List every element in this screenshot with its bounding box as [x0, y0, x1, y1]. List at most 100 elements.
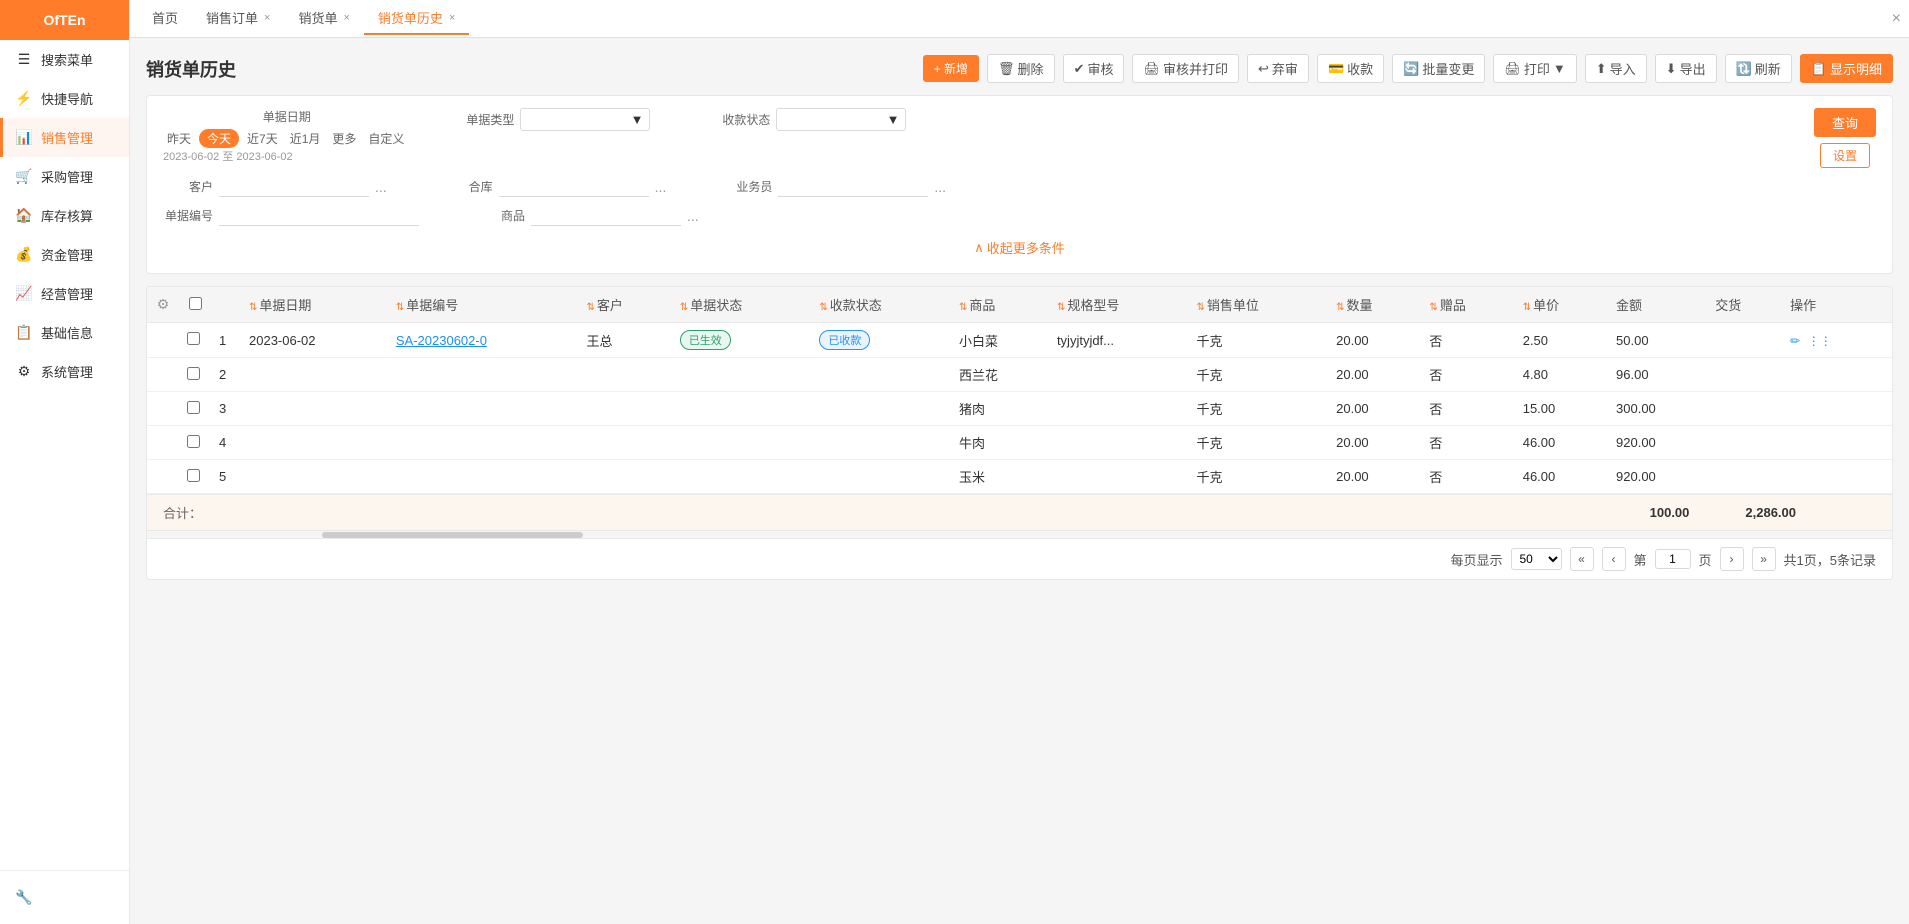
export-button[interactable]: ⬇ 导出 — [1655, 54, 1717, 83]
row1-more-btn[interactable]: ⋮⋮ — [1808, 334, 1832, 348]
audit-print-icon: 🖨 — [1143, 61, 1160, 77]
tab-sales-history-close[interactable]: × — [449, 12, 455, 24]
tab-sales-history[interactable]: 销货单历史 × — [364, 2, 469, 35]
product-input[interactable] — [531, 205, 681, 226]
row1-price: 2.50 — [1515, 323, 1608, 358]
sidebar-item-purchase-mgmt[interactable]: 🛒 采购管理 — [0, 157, 129, 196]
footer-label: 合计： — [163, 503, 223, 522]
sidebar-item-inventory[interactable]: 🏠 库存核算 — [0, 196, 129, 235]
tab-sales-order-close[interactable]: × — [264, 12, 270, 24]
sidebar-item-search-menu[interactable]: ☰ 搜索菜单 — [0, 40, 129, 79]
show-detail-button[interactable]: 📋 显示明细 — [1800, 54, 1893, 83]
table-settings-gear[interactable]: ⚙ — [157, 296, 170, 312]
per-page-select[interactable]: 50 20 100 — [1511, 548, 1562, 570]
sidebar-item-ops-mgmt[interactable]: 📈 经营管理 — [0, 274, 129, 313]
filter-settings-button[interactable]: 设置 — [1820, 143, 1870, 168]
row4-customer — [579, 426, 672, 460]
new-button[interactable]: + 新增 — [923, 55, 979, 82]
salesperson-dots[interactable]: ... — [934, 179, 946, 195]
row3-gift: 否 — [1421, 392, 1514, 426]
tab-sales-delivery-close[interactable]: × — [343, 12, 349, 24]
date-tab-1month[interactable]: 近1月 — [286, 129, 325, 148]
page-first-btn[interactable]: « — [1570, 547, 1594, 571]
audit-print-button[interactable]: 🖨 审核并打印 — [1132, 54, 1239, 83]
row2-select-checkbox[interactable] — [187, 367, 200, 380]
sales-mgmt-icon: 📊 — [15, 129, 33, 146]
customer-dots[interactable]: ... — [375, 179, 387, 195]
row3-no: 3 — [211, 392, 241, 426]
doc-no-input[interactable] — [219, 205, 419, 226]
row1-doc-no-link[interactable]: SA-20230602-0 — [396, 333, 487, 348]
date-tab-today[interactable]: 今天 — [199, 129, 239, 148]
date-tab-more[interactable]: 更多 — [328, 129, 360, 148]
collect-button[interactable]: 💳 收款 — [1317, 54, 1384, 83]
col-spec[interactable]: ⇅规格型号 — [1049, 287, 1189, 323]
audit-button[interactable]: ✔ 审核 — [1063, 54, 1125, 83]
row4-select-checkbox[interactable] — [187, 435, 200, 448]
row1-qty: 20.00 — [1328, 323, 1421, 358]
col-doc-date[interactable]: ⇅单据日期 — [241, 287, 388, 323]
refresh-button[interactable]: 🔃 刷新 — [1725, 54, 1792, 83]
tab-sales-delivery[interactable]: 销货单 × — [284, 2, 363, 35]
delete-button[interactable]: 🗑 删除 — [987, 54, 1055, 83]
row1-select-checkbox[interactable] — [187, 332, 200, 345]
col-doc-no[interactable]: ⇅单据编号 — [388, 287, 579, 323]
date-tab-7days[interactable]: 近7天 — [243, 129, 282, 148]
date-tabs-group: 昨天 今天 近7天 近1月 更多 自定义 2023-06-02 至 2023-0… — [163, 129, 408, 164]
col-unit[interactable]: ⇅销售单位 — [1189, 287, 1329, 323]
row1-unit: 千克 — [1189, 323, 1329, 358]
page-number-input[interactable]: 1 — [1655, 549, 1691, 569]
show-detail-icon: 📋 — [1811, 61, 1827, 77]
sidebar-item-sys-mgmt[interactable]: ⚙ 系统管理 — [0, 352, 129, 391]
salesperson-input[interactable] — [778, 176, 928, 197]
tab-sales-order[interactable]: 销售订单 × — [192, 2, 284, 35]
tab-home[interactable]: 首页 — [138, 2, 192, 35]
query-button[interactable]: 查询 — [1814, 108, 1876, 137]
row3-product: 猪肉 — [951, 392, 1049, 426]
col-pay-status[interactable]: ⇅收款状态 — [811, 287, 951, 323]
unit-sort-icon: ⇅ — [1197, 302, 1205, 313]
page-next-btn[interactable]: › — [1720, 547, 1744, 571]
sidebar-item-sales-mgmt[interactable]: 📊 销售管理 — [0, 118, 129, 157]
warehouse-dots[interactable]: ... — [655, 179, 667, 195]
row1-checkbox — [179, 323, 211, 358]
col-doc-status[interactable]: ⇅单据状态 — [672, 287, 812, 323]
page-last-btn[interactable]: » — [1752, 547, 1776, 571]
date-range-display: 2023-06-02 至 2023-06-02 — [163, 148, 408, 164]
scrollbar-thumb[interactable] — [322, 532, 584, 538]
col-product[interactable]: ⇅商品 — [951, 287, 1049, 323]
import-button[interactable]: ⬆ 导入 — [1585, 54, 1647, 83]
collapse-button[interactable]: ∧ 收起更多条件 — [163, 234, 1876, 261]
abandon-button[interactable]: ↩ 弃审 — [1247, 54, 1309, 83]
row5-doc-status — [672, 460, 812, 494]
sidebar-item-label: 快捷导航 — [41, 89, 93, 108]
sidebar-bottom-btn1[interactable]: 🔧 — [0, 879, 129, 916]
col-customer[interactable]: ⇅客户 — [579, 287, 672, 323]
warehouse-input[interactable] — [499, 176, 649, 197]
batch-change-button[interactable]: 🔄 批量变更 — [1392, 54, 1485, 83]
col-price[interactable]: ⇅单价 — [1515, 287, 1608, 323]
col-gift[interactable]: ⇅赠品 — [1421, 287, 1514, 323]
horizontal-scrollbar[interactable] — [147, 530, 1892, 538]
date-tab-custom[interactable]: 自定义 — [364, 129, 408, 148]
row2-unit: 千克 — [1189, 358, 1329, 392]
customer-input[interactable] — [219, 176, 369, 197]
col-qty[interactable]: ⇅数量 — [1328, 287, 1421, 323]
select-all-checkbox[interactable] — [189, 297, 202, 310]
sidebar-item-finance-mgmt[interactable]: 💰 资金管理 — [0, 235, 129, 274]
row2-product: 西兰花 — [951, 358, 1049, 392]
pay-status-select[interactable]: ▼ — [776, 108, 906, 131]
audit-icon: ✔ — [1074, 61, 1085, 77]
date-tab-yesterday[interactable]: 昨天 — [163, 129, 195, 148]
row3-select-checkbox[interactable] — [187, 401, 200, 414]
row5-select-checkbox[interactable] — [187, 469, 200, 482]
sidebar-item-basic-info[interactable]: 📋 基础信息 — [0, 313, 129, 352]
product-dots[interactable]: ... — [687, 208, 699, 224]
tabbar-close-btn[interactable]: × — [1892, 10, 1901, 28]
sidebar-item-quick-nav[interactable]: ⚡ 快捷导航 — [0, 79, 129, 118]
print-button[interactable]: 🖨 打印 ▼ — [1493, 54, 1576, 83]
row3-doc-status — [672, 392, 812, 426]
row1-edit-btn[interactable]: ✏ — [1790, 334, 1800, 348]
doc-type-select[interactable]: ▼ — [520, 108, 650, 131]
page-prev-btn[interactable]: ‹ — [1602, 547, 1626, 571]
